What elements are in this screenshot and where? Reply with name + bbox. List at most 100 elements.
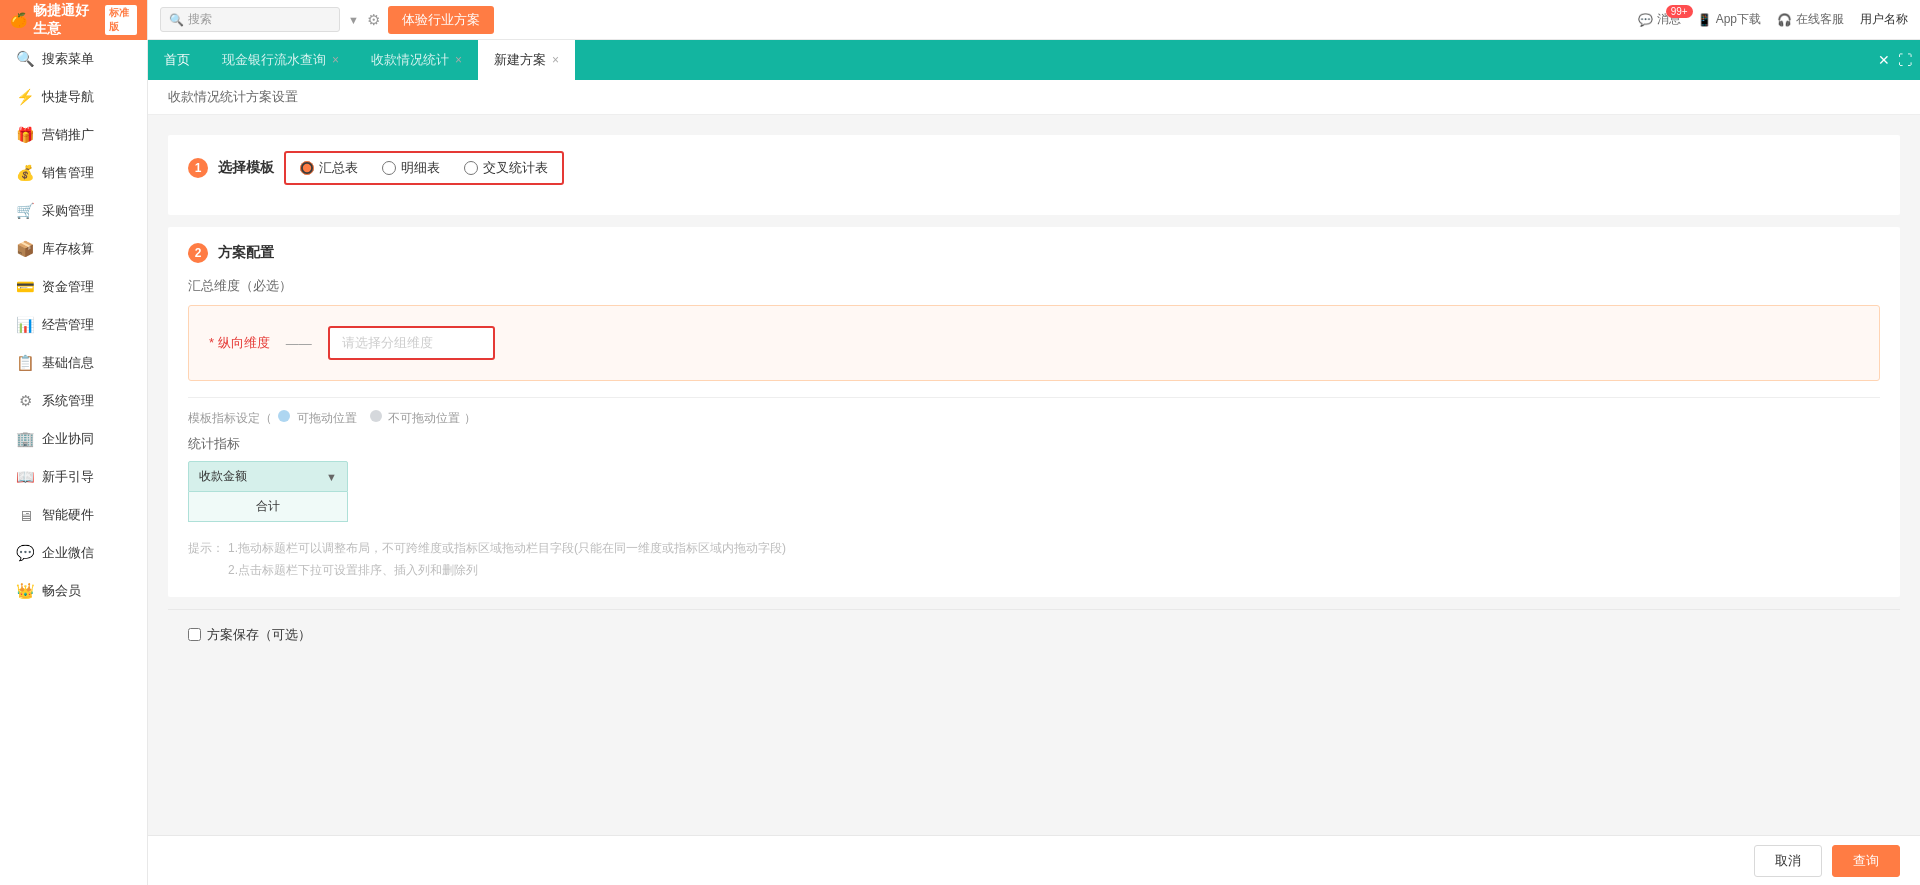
tabbar: 首页 现金银行流水查询 × 收款情况统计 × 新建方案 × ✕ ⛶ xyxy=(148,40,1920,80)
dimension-area: * 纵向维度 —— 请选择分组维度 xyxy=(188,305,1880,381)
dimension-config-label: 汇总维度（必选） xyxy=(188,277,1880,295)
footer-bar: 方案保存（可选） xyxy=(168,609,1900,659)
tab-stats-label: 收款情况统计 xyxy=(371,51,449,69)
tip-text-2: 2.点击标题栏下拉可设置排序、插入列和删除列 xyxy=(228,560,478,582)
sidebar-item-finance[interactable]: 💳 资金管理 xyxy=(0,268,147,306)
sidebar-item-purchase[interactable]: 🛒 采购管理 xyxy=(0,192,147,230)
dimension-arrow-icon: —— xyxy=(286,336,312,351)
sidebar-item-member[interactable]: 👑 畅会员 xyxy=(0,572,147,610)
radio-detail-input[interactable] xyxy=(382,161,396,175)
tab-bank-label: 现金银行流水查询 xyxy=(222,51,326,69)
draggable-legend-dot xyxy=(278,410,290,422)
radio-summary-label: 汇总表 xyxy=(319,159,358,177)
search-icon-small: 🔍 xyxy=(169,13,184,27)
topbar: 🔍 搜索 ▼ ⚙ 体验行业方案 💬 消息 99+ 📱 App下载 🎧 在线客服 … xyxy=(148,0,1920,40)
sidebar-item-search-menu[interactable]: 🔍 搜索菜单 xyxy=(0,40,147,78)
dimension-placeholder: 请选择分组维度 xyxy=(342,335,433,350)
tab-bank-close-icon[interactable]: × xyxy=(332,53,339,67)
query-button[interactable]: 查询 xyxy=(1832,845,1900,877)
dimension-row: * 纵向维度 —— 请选择分组维度 xyxy=(209,326,1859,360)
sidebar-item-hardware[interactable]: 🖥 智能硬件 xyxy=(0,496,147,534)
sidebar-item-label: 销售管理 xyxy=(42,164,94,182)
page-header: 收款情况统计方案设置 xyxy=(148,80,1920,115)
save-plan-checkbox[interactable] xyxy=(188,628,201,641)
draggable-legend-label: 可拖动位置 xyxy=(297,411,357,425)
step2-header: 2 方案配置 xyxy=(188,243,1880,263)
tab-home[interactable]: 首页 xyxy=(148,40,206,80)
sidebar-item-enterprise[interactable]: 🏢 企业协同 xyxy=(0,420,147,458)
sidebar-item-label: 搜索菜单 xyxy=(42,50,94,68)
sidebar-item-management[interactable]: 📊 经营管理 xyxy=(0,306,147,344)
app-download[interactable]: 📱 App下载 xyxy=(1697,11,1761,28)
gift-icon: 🎁 xyxy=(16,126,34,144)
crown-icon: 👑 xyxy=(16,582,34,600)
download-icon: 📱 xyxy=(1697,13,1712,27)
search-icon: 🔍 xyxy=(16,50,34,68)
sidebar-item-label: 新手引导 xyxy=(42,468,94,486)
sidebar-item-marketing[interactable]: 🎁 营销推广 xyxy=(0,116,147,154)
sidebar-item-label: 经营管理 xyxy=(42,316,94,334)
radio-cross-input[interactable] xyxy=(464,161,478,175)
radio-detail-label: 明细表 xyxy=(401,159,440,177)
box-icon: 📦 xyxy=(16,240,34,258)
notify-area[interactable]: 💬 消息 99+ xyxy=(1638,11,1681,28)
tab-collection-stats[interactable]: 收款情况统计 × xyxy=(355,40,478,80)
book-icon: 📖 xyxy=(16,468,34,486)
page-header-title: 收款情况统计方案设置 xyxy=(168,89,298,104)
radio-cross[interactable]: 交叉统计表 xyxy=(464,159,548,177)
trial-button[interactable]: 体验行业方案 xyxy=(388,6,494,34)
sidebar-item-wechat[interactable]: 💬 企业微信 xyxy=(0,534,147,572)
tab-new-plan[interactable]: 新建方案 × xyxy=(478,40,575,80)
metrics-table-header[interactable]: 收款金额 ▼ xyxy=(188,461,348,492)
step1-title: 选择模板 xyxy=(218,159,274,177)
building-icon: 🏢 xyxy=(16,430,34,448)
search-box[interactable]: 🔍 搜索 xyxy=(160,7,340,32)
window-maximize-icon[interactable]: ⛶ xyxy=(1898,52,1912,68)
radio-summary[interactable]: 汇总表 xyxy=(300,159,358,177)
metrics-dropdown-icon[interactable]: ▼ xyxy=(326,471,337,483)
step2-section: 2 方案配置 汇总维度（必选） * 纵向维度 —— 请选择分组维度 xyxy=(168,227,1900,597)
monitor-icon: 🖥 xyxy=(16,507,34,524)
service-icon: 🎧 xyxy=(1777,13,1792,27)
step1-num: 1 xyxy=(188,158,208,178)
tab-new-plan-close-icon[interactable]: × xyxy=(552,53,559,67)
sidebar-item-guide[interactable]: 📖 新手引导 xyxy=(0,458,147,496)
tab-stats-close-icon[interactable]: × xyxy=(455,53,462,67)
logo-icon: 🍊 xyxy=(10,12,27,28)
radio-detail[interactable]: 明细表 xyxy=(382,159,440,177)
template-options-box: 汇总表 明细表 交叉统计表 xyxy=(284,151,564,185)
sidebar-item-inventory[interactable]: 📦 库存核算 xyxy=(0,230,147,268)
tip-item-2: 提示： 2.点击标题栏下拉可设置排序、插入列和删除列 xyxy=(188,560,1880,582)
sidebar-item-label: 企业微信 xyxy=(42,544,94,562)
online-service[interactable]: 🎧 在线客服 xyxy=(1777,11,1844,28)
chat-icon: 💬 xyxy=(16,544,34,562)
sidebar-item-basic-info[interactable]: 📋 基础信息 xyxy=(0,344,147,382)
download-label: App下载 xyxy=(1716,11,1761,28)
settings-gear-icon[interactable]: ⚙ xyxy=(367,11,380,29)
fixed-legend-label: 不可拖动位置 xyxy=(388,411,460,425)
tip-item-1: 提示： 1.拖动标题栏可以调整布局，不可跨维度或指标区域拖动栏目字段(只能在同一… xyxy=(188,538,1880,560)
tip-prefix: 提示： xyxy=(188,538,224,560)
logo-badge: 标准版 xyxy=(105,5,137,35)
radio-summary-input[interactable] xyxy=(300,161,314,175)
clipboard-icon: 📋 xyxy=(16,354,34,372)
sidebar-item-label: 采购管理 xyxy=(42,202,94,220)
tabbar-right-actions: ✕ ⛶ xyxy=(1878,52,1920,68)
sidebar-item-label: 基础信息 xyxy=(42,354,94,372)
metrics-header: 模板指标设定（ 可拖动位置 不可拖动位置 ） xyxy=(188,410,1880,427)
cancel-button[interactable]: 取消 xyxy=(1754,845,1822,877)
topbar-right: 💬 消息 99+ 📱 App下载 🎧 在线客服 用户名称 xyxy=(1638,11,1908,28)
tip-text-1: 1.拖动标题栏可以调整布局，不可跨维度或指标区域拖动栏目字段(只能在同一维度或指… xyxy=(228,538,786,560)
dimension-select[interactable]: 请选择分组维度 xyxy=(328,326,495,360)
sidebar-item-quick-nav[interactable]: ⚡ 快捷导航 xyxy=(0,78,147,116)
sidebar-item-system[interactable]: ⚙ 系统管理 xyxy=(0,382,147,420)
sidebar-item-sales[interactable]: 💰 销售管理 xyxy=(0,154,147,192)
window-close-icon[interactable]: ✕ xyxy=(1878,52,1890,68)
sidebar-item-label: 营销推广 xyxy=(42,126,94,144)
save-plan-checkbox-label[interactable]: 方案保存（可选） xyxy=(188,626,311,644)
cart-icon: 🛒 xyxy=(16,202,34,220)
tab-bank-flow[interactable]: 现金银行流水查询 × xyxy=(206,40,355,80)
dropdown-arrow-icon[interactable]: ▼ xyxy=(348,14,359,26)
user-name: 用户名称 xyxy=(1860,11,1908,28)
sidebar-logo: 🍊 畅捷通好生意 标准版 xyxy=(0,0,147,40)
